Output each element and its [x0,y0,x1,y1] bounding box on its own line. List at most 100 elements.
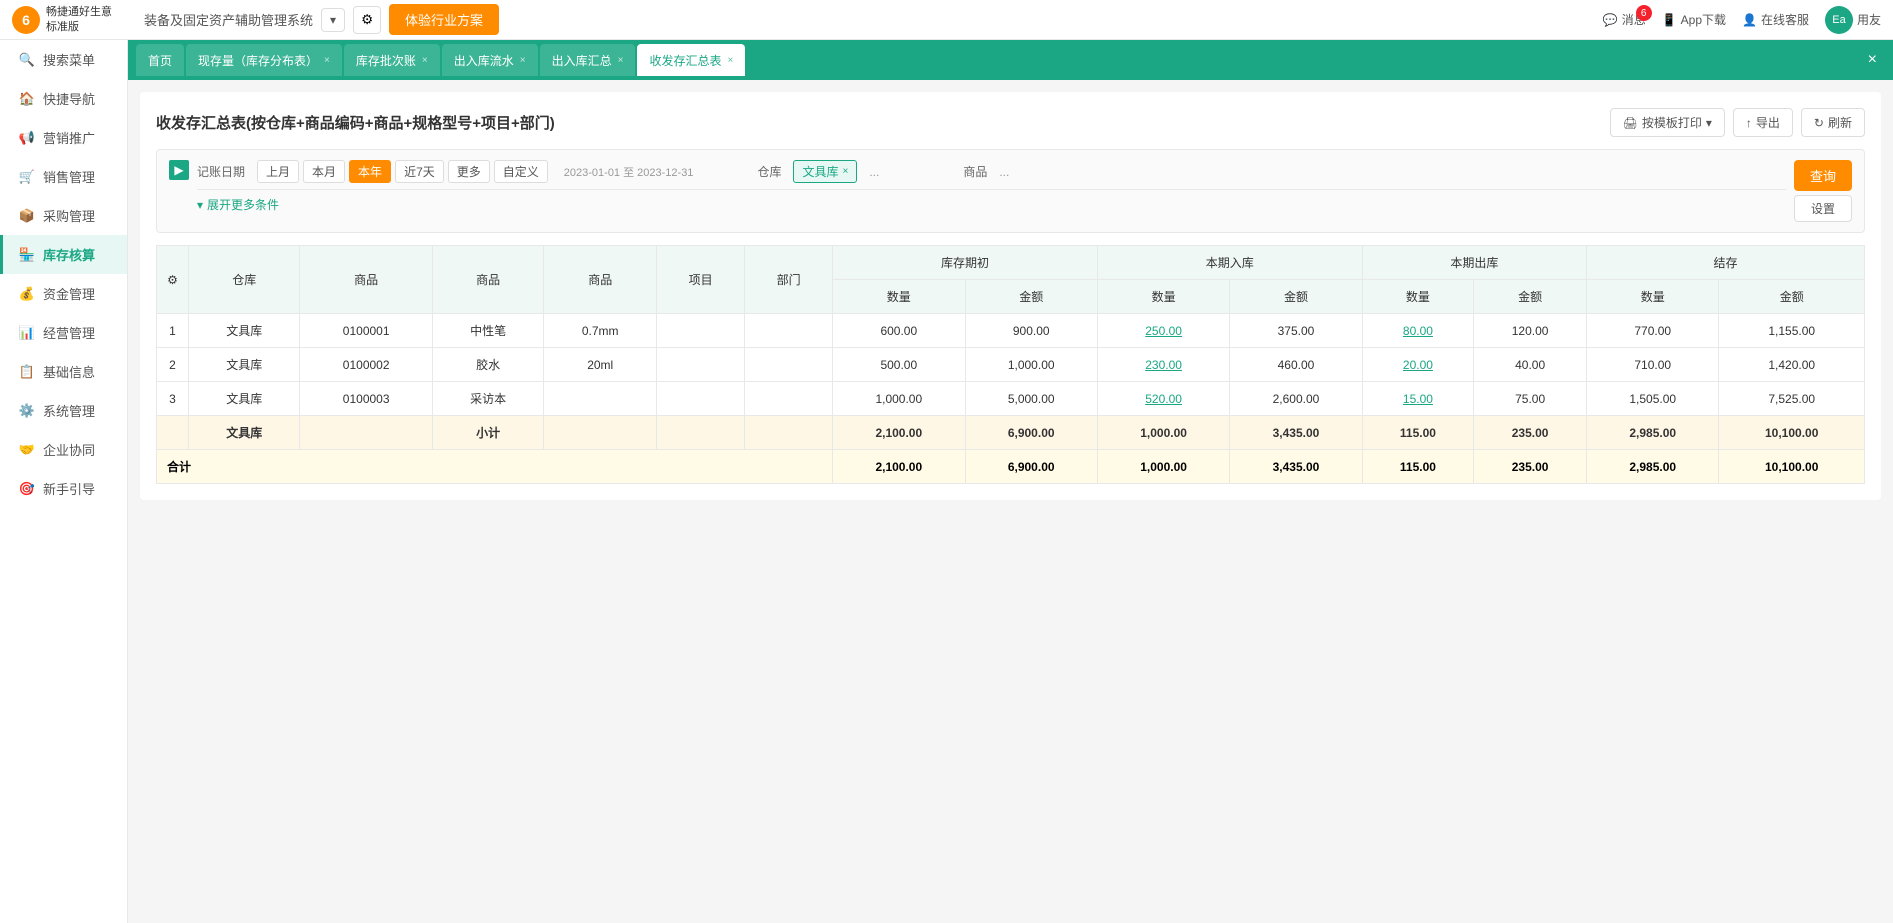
expand-conditions-btn[interactable]: ▾ 展开更多条件 [197,189,1786,213]
top-bar-center: 装备及固定资产辅助管理系统 ▾ ⚙ 体验行业方案 [132,4,1603,35]
sidebar-item-basic[interactable]: 📋 基础信息 [0,352,127,391]
collapse-arrow[interactable]: ▶ [169,160,189,180]
tab-close-in-out-flow[interactable]: × [520,55,526,66]
row-goods-name: 中性笔 [432,314,543,348]
row-goods-spec: 20ml [544,348,657,382]
user-area[interactable]: Ea 用友 [1825,6,1881,34]
sidebar-item-inventory[interactable]: 🏪 库存核算 [0,235,127,274]
date-btn-this-month[interactable]: 本月 [303,160,345,183]
row-out-amt: 235.00 [1474,416,1587,450]
col-close-amt: 金额 [1719,280,1865,314]
logo-text: 畅捷通好生意 标准版 [46,5,112,34]
col-group-in: 本期入库 [1097,246,1362,280]
top-bar-right: 💬 消息 6 📱 App下载 👤 在线客服 Ea 用友 [1603,6,1881,34]
row-out-qty[interactable]: 20.00 [1362,348,1474,382]
gear-btn[interactable]: ⚙ [353,6,381,34]
row-open-amt: 1,000.00 [965,348,1097,382]
col-open-amt: 金额 [965,280,1097,314]
messages-btn[interactable]: 💬 消息 6 [1603,11,1646,28]
date-btn-last-month[interactable]: 上月 [257,160,299,183]
chevron-down-icon: ▾ [1706,116,1712,130]
row-open-qty: 600.00 [833,314,965,348]
sidebar-item-system[interactable]: ⚙️ 系统管理 [0,391,127,430]
row-out-qty[interactable]: 80.00 [1362,314,1474,348]
col-warehouse: 仓库 [189,246,300,314]
refresh-btn[interactable]: ↻ 刷新 [1801,108,1865,137]
expand-icon: ▾ [197,198,203,212]
sidebar-item-purchase[interactable]: 📦 采购管理 [0,196,127,235]
row-in-qty[interactable]: 250.00 [1097,314,1229,348]
footer-open-amt: 6,900.00 [965,450,1097,484]
date-buttons: 上月 本月 本年 近7天 更多 自定义 [257,160,548,183]
footer-close-qty: 2,985.00 [1587,450,1719,484]
footer-in-amt: 3,435.00 [1230,450,1362,484]
warehouse-label: 仓库 [757,163,781,180]
export-btn[interactable]: ↑ 导出 [1733,108,1793,137]
row-warehouse: 文具库 [189,348,300,382]
sidebar-item-marketing[interactable]: 📢 营销推广 [0,118,127,157]
app-download-btn[interactable]: 📱 App下载 [1662,11,1726,28]
col-goods-name: 商品 [432,246,543,314]
sidebar-item-finance[interactable]: 💰 资金管理 [0,274,127,313]
tab-close-stock-dist[interactable]: × [324,55,330,66]
date-btn-more[interactable]: 更多 [448,160,490,183]
tab-stock-dist[interactable]: 现存量（库存分布表） × [186,44,342,76]
tab-close-batch-ledger[interactable]: × [422,55,428,66]
sidebar-item-operations[interactable]: 📊 经营管理 [0,313,127,352]
sidebar-item-search[interactable]: 🔍 搜索菜单 [0,40,127,79]
row-out-qty: 115.00 [1362,416,1474,450]
home-icon: 🏠 [19,91,35,107]
online-service-btn[interactable]: 👤 在线客服 [1742,11,1809,28]
date-btn-this-year[interactable]: 本年 [349,160,391,183]
tab-in-out-flow[interactable]: 出入库流水 × [442,44,538,76]
top-bar: 6 畅捷通好生意 标准版 装备及固定资产辅助管理系统 ▾ ⚙ 体验行业方案 💬 … [0,0,1893,40]
search-icon: 🔍 [19,52,35,68]
sidebar-item-enterprise[interactable]: 🤝 企业协同 [0,430,127,469]
col-group-close: 结存 [1587,246,1865,280]
col-in-qty: 数量 [1097,280,1229,314]
page-header: 收发存汇总表(按仓库+商品编码+商品+规格型号+项目+部门) 🖨 按模板打印 ▾… [156,108,1865,137]
sidebar-item-quick-nav[interactable]: 🏠 快捷导航 [0,79,127,118]
tab-bar: 首页 现存量（库存分布表） × 库存批次账 × 出入库流水 × 出入库汇总 × [128,40,1893,80]
date-btn-7days[interactable]: 近7天 [395,160,444,183]
export-icon: ↑ [1746,116,1752,130]
tab-home[interactable]: 首页 [136,44,184,76]
experience-btn[interactable]: 体验行业方案 [389,4,499,35]
tab-close-all-btn[interactable]: × [1860,51,1885,69]
messages-badge: 6 [1636,5,1652,21]
sidebar-item-guide[interactable]: 🎯 新手引导 [0,469,127,508]
system-dropdown-btn[interactable]: ▾ [321,8,345,32]
tab-batch-ledger[interactable]: 库存批次账 × [344,44,440,76]
row-out-amt: 120.00 [1474,314,1587,348]
row-out-qty[interactable]: 15.00 [1362,382,1474,416]
table-settings-col[interactable]: ⚙ [157,246,189,314]
print-btn[interactable]: 🖨 按模板打印 ▾ [1610,108,1725,137]
date-btn-custom[interactable]: 自定义 [494,160,548,183]
tab-close-receipt-summary[interactable]: × [727,55,733,66]
row-no [157,416,189,450]
date-label: 记账日期 [197,163,245,180]
table-row: 3 文具库 0100003 采访本 1,000.00 5,000.00 520.… [157,382,1865,416]
settings-btn[interactable]: 设置 [1794,195,1852,222]
header-actions: 🖨 按模板打印 ▾ ↑ 导出 ↻ 刷新 [1610,108,1865,137]
main-table: ⚙ 仓库 商品 商品 商品 项目 部门 库存期初 本期入库 本期出库 [156,245,1865,484]
sidebar-item-sales[interactable]: 🛒 销售管理 [0,157,127,196]
row-goods-spec: 0.7mm [544,314,657,348]
tab-receipt-summary[interactable]: 收发存汇总表 × [637,44,745,76]
tab-close-in-out-summary[interactable]: × [618,55,624,66]
row-open-qty: 500.00 [833,348,965,382]
filter-area: ▶ 记账日期 上月 本月 本年 近7天 更多 [156,149,1865,233]
warehouse-more-btn[interactable]: ... [869,165,879,179]
warehouse-tag-close[interactable]: × [842,166,848,177]
row-goods-code: 0100002 [300,348,432,382]
row-goods-code: 0100003 [300,382,432,416]
row-no: 1 [157,314,189,348]
row-in-qty[interactable]: 230.00 [1097,348,1229,382]
row-close-amt: 10,100.00 [1719,416,1865,450]
goods-more-btn[interactable]: ... [999,165,1009,179]
row-no: 3 [157,382,189,416]
row-in-qty[interactable]: 520.00 [1097,382,1229,416]
tab-in-out-summary[interactable]: 出入库汇总 × [540,44,636,76]
query-btn[interactable]: 查询 [1794,160,1852,191]
row-close-amt: 1,155.00 [1719,314,1865,348]
